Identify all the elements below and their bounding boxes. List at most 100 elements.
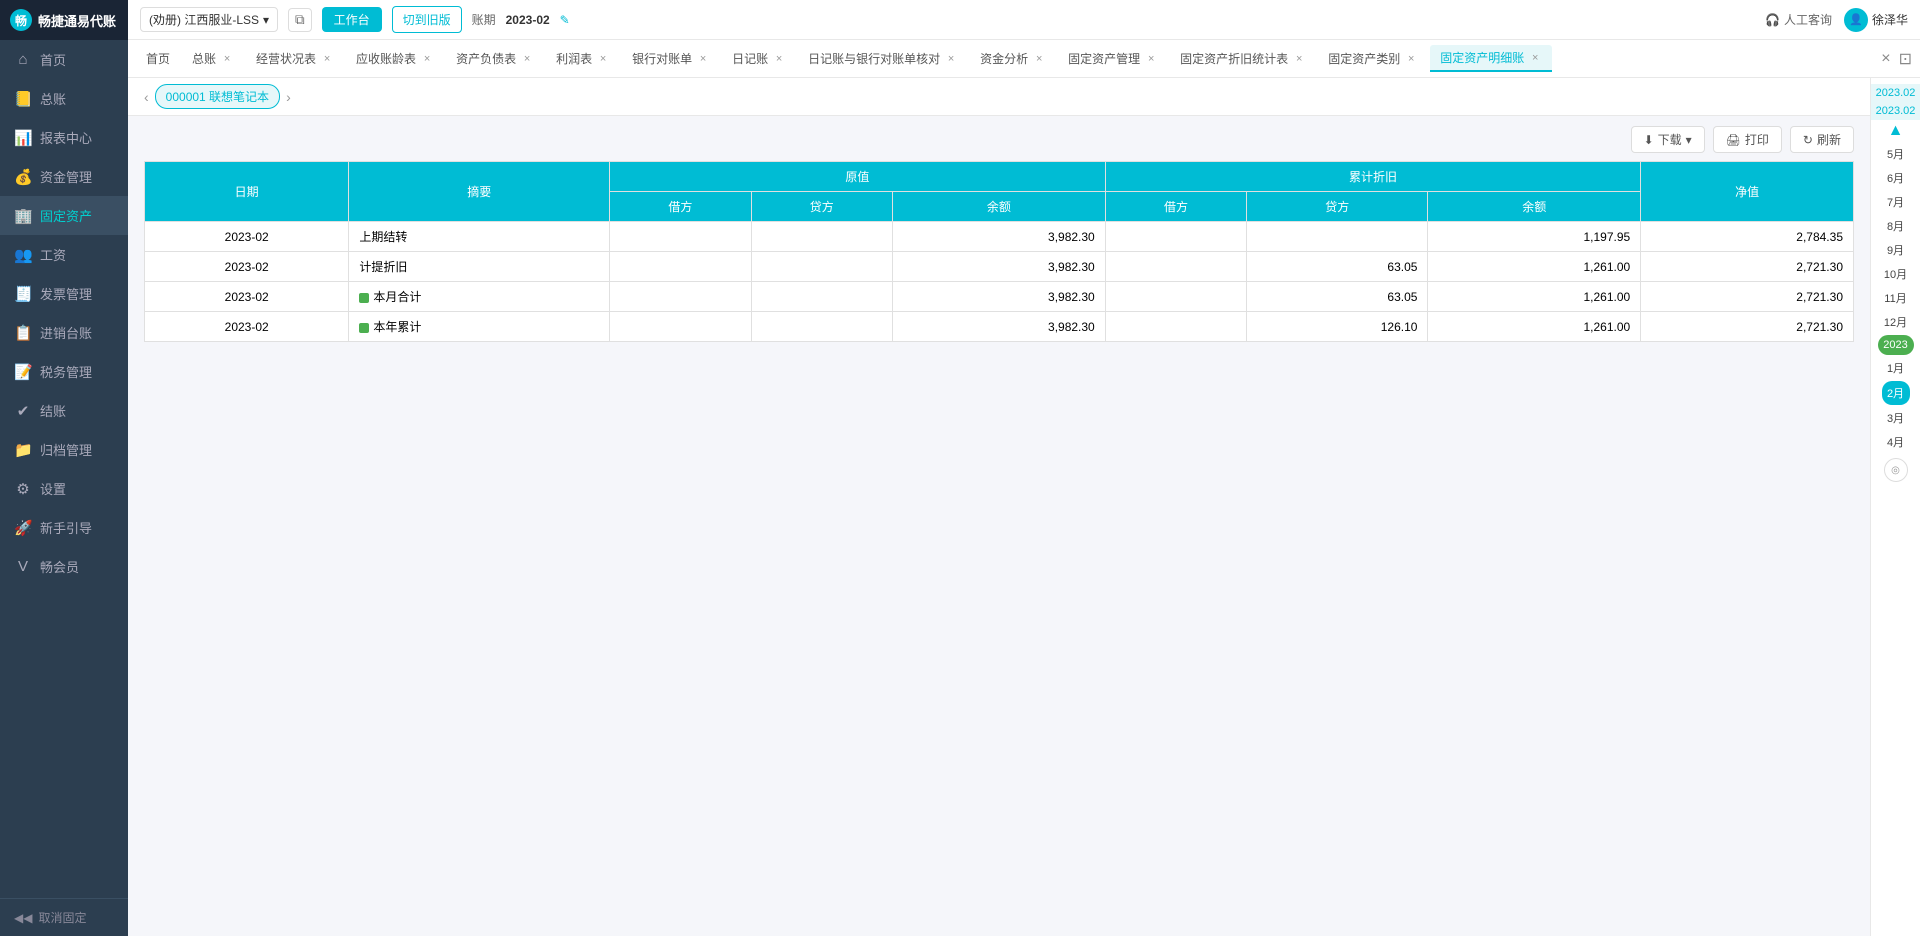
tax-icon: 📝: [14, 363, 32, 381]
tab-close-profit[interactable]: ×: [596, 52, 610, 66]
unpin-icon: ◀◀: [14, 911, 32, 925]
right-panel-month[interactable]: 3月: [1871, 406, 1920, 430]
sidebar-item-label: 总账: [40, 89, 66, 108]
cell-net-value: 2,721.30: [1641, 252, 1854, 282]
right-panel-year-badge[interactable]: 2023: [1878, 335, 1914, 355]
right-panel-month[interactable]: 4月: [1871, 430, 1920, 454]
tab-profit[interactable]: 利润表×: [546, 46, 620, 71]
company-selector[interactable]: (劝册) 江西服业-LSS ▾: [140, 7, 278, 32]
sub-nav-next[interactable]: ›: [286, 89, 291, 105]
sidebar-item-label: 税务管理: [40, 362, 92, 381]
tab-close-fund-analysis[interactable]: ×: [1032, 52, 1046, 66]
sidebar-item-guide[interactable]: 🚀新手引导: [0, 508, 128, 547]
sidebar-item-fixed-assets[interactable]: 🏢固定资产: [0, 196, 128, 235]
right-panel-month[interactable]: 11月: [1871, 286, 1920, 310]
right-panel-year1[interactable]: 2023.02: [1871, 84, 1920, 102]
tab-maximize[interactable]: ⊡: [1899, 49, 1912, 69]
right-panel-month[interactable]: 8月: [1871, 214, 1920, 238]
tab-balance[interactable]: 资产负债表×: [446, 46, 544, 71]
col-orig-balance: 余额: [892, 192, 1105, 222]
right-panel-month[interactable]: 10月: [1871, 262, 1920, 286]
tab-close-journal-bank[interactable]: ×: [944, 52, 958, 66]
sidebar-item-sales[interactable]: 📋进销台账: [0, 313, 128, 352]
right-panel-month[interactable]: 2月: [1882, 381, 1910, 405]
sidebar-item-reports[interactable]: 📊报表中心: [0, 118, 128, 157]
refresh-button[interactable]: ↻ 刷新: [1790, 126, 1854, 153]
right-panel-month[interactable]: 5月: [1871, 142, 1920, 166]
user-name: 徐泽华: [1872, 11, 1908, 28]
tab-bank[interactable]: 银行对账单×: [622, 46, 720, 71]
tab-label: 固定资产折旧统计表: [1180, 50, 1288, 67]
tab-fund-analysis[interactable]: 资金分析×: [970, 46, 1056, 71]
tab-operating[interactable]: 经营状况表 ×: [246, 46, 344, 71]
funds-icon: 💰: [14, 168, 32, 186]
tab-close-all[interactable]: ×: [1881, 50, 1890, 68]
sidebar-unpin[interactable]: ◀◀ 取消固定: [0, 898, 128, 936]
tab-close-balance[interactable]: ×: [520, 52, 534, 66]
tab-journal[interactable]: 日记账×: [722, 46, 796, 71]
tab-fixed-detail[interactable]: 固定资产明细账×: [1430, 45, 1552, 72]
service-button[interactable]: 🎧 人工客询: [1765, 11, 1832, 28]
tab-close-ledger[interactable]: ×: [220, 52, 234, 66]
sidebar-item-home[interactable]: ⌂首页: [0, 40, 128, 79]
cell-date: 2023-02: [145, 222, 349, 252]
tab-fixed-mgmt[interactable]: 固定资产管理×: [1058, 46, 1168, 71]
right-panel-month[interactable]: 6月: [1871, 166, 1920, 190]
tab-fixed-category[interactable]: 固定资产类别×: [1318, 46, 1428, 71]
sub-nav-prev[interactable]: ‹: [144, 89, 149, 105]
cell-orig-debit: [610, 282, 751, 312]
right-panel-scroll[interactable]: ◎: [1884, 458, 1908, 482]
tab-receivable[interactable]: 应收账龄表×: [346, 46, 444, 71]
print-button[interactable]: 🖨 打印: [1713, 126, 1782, 153]
cell-orig-debit: [610, 312, 751, 342]
tab-close-bank[interactable]: ×: [696, 52, 710, 66]
copy-button[interactable]: ⧉: [288, 8, 312, 32]
unpin-label: 取消固定: [38, 909, 86, 926]
sidebar-item-archive[interactable]: 📁归档管理: [0, 430, 128, 469]
tab-close-fixed-detail[interactable]: ×: [1528, 51, 1542, 65]
tab-controls: ×⊡: [1881, 49, 1912, 69]
ledger-icon: 📒: [14, 90, 32, 108]
tab-fixed-deprec[interactable]: 固定资产折旧统计表 ×: [1170, 46, 1316, 71]
sidebar-item-settings[interactable]: ⚙设置: [0, 469, 128, 508]
sidebar-item-tax[interactable]: 📝 税务管理: [0, 352, 128, 391]
sub-nav-item-active[interactable]: 000001 联想笔记本: [155, 84, 280, 109]
right-panel-month[interactable]: 12月: [1871, 310, 1920, 334]
tab-close-journal[interactable]: ×: [772, 52, 786, 66]
sidebar-item-settle[interactable]: ✔结账: [0, 391, 128, 430]
sidebar-item-label: 新手引导: [40, 518, 92, 537]
sidebar-item-funds[interactable]: 💰资金管理: [0, 157, 128, 196]
tab-close-fixed-category[interactable]: ×: [1404, 52, 1418, 66]
content-wrap: ‹ 000001 联想笔记本 › ⬇ 下载 ▾ 🖨 打印: [128, 78, 1920, 936]
period-prefix: 账期: [472, 11, 496, 28]
workbench-button[interactable]: 工作台: [322, 7, 382, 32]
tab-ledger[interactable]: 总账×: [182, 46, 244, 71]
sidebar-item-member[interactable]: V畅会员: [0, 547, 128, 586]
tab-close-receivable[interactable]: ×: [420, 52, 434, 66]
download-button[interactable]: ⬇ 下载 ▾: [1631, 126, 1705, 153]
switch-version-button[interactable]: 切到旧版: [392, 6, 462, 33]
period-edit-icon[interactable]: ✎: [560, 13, 570, 27]
dropdown-icon: ▾: [1686, 133, 1692, 147]
tab-journal-bank[interactable]: 日记账与银行对账单核对×: [798, 46, 968, 71]
right-panel-month[interactable]: 1月: [1871, 356, 1920, 380]
sidebar-item-payroll[interactable]: 👥工资: [0, 235, 128, 274]
month-up-button[interactable]: ▲: [1888, 122, 1904, 140]
tab-close-operating[interactable]: ×: [320, 52, 334, 66]
tab-close-fixed-mgmt[interactable]: ×: [1144, 52, 1158, 66]
sidebar-item-invoice[interactable]: 🧾发票管理: [0, 274, 128, 313]
tab-label: 经营状况表: [256, 50, 316, 67]
tab-home[interactable]: 首页: [136, 46, 180, 71]
cell-orig-debit: [610, 252, 751, 282]
right-panel-year2[interactable]: 2023.02: [1871, 102, 1920, 120]
topbar-right: 🎧 人工客询 👤 徐泽华: [1765, 8, 1908, 32]
sidebar-item-ledger[interactable]: 📒 总账: [0, 79, 128, 118]
user-info[interactable]: 👤 徐泽华: [1844, 8, 1908, 32]
home-icon: ⌂: [14, 51, 32, 68]
print-icon: 🖨: [1726, 133, 1741, 147]
cell-orig-credit: [751, 252, 892, 282]
tab-close-fixed-deprec[interactable]: ×: [1292, 52, 1306, 66]
sidebar-item-label: 报表中心: [40, 128, 92, 147]
right-panel-month[interactable]: 7月: [1871, 190, 1920, 214]
right-panel-month[interactable]: 9月: [1871, 238, 1920, 262]
